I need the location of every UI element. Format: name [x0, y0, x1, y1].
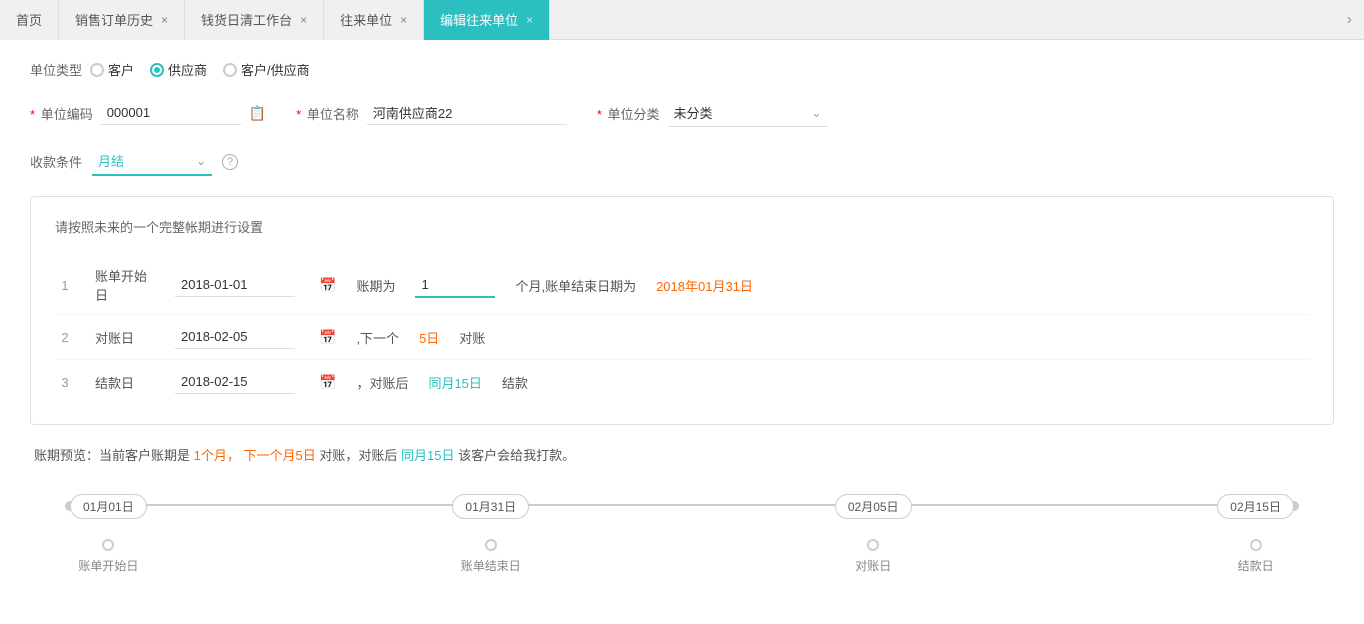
desc-period-before: 账期为	[356, 276, 395, 295]
tab-bar: 首页 销售订单历史 × 钱货日清工作台 × 往来单位 × 编辑往来单位 × ›	[0, 0, 1364, 40]
tab-home[interactable]: 首页	[0, 0, 59, 40]
timeline-node-4: 02月15日 结款日	[1217, 494, 1294, 574]
unit-code-field: * 单位编码 📋	[30, 101, 266, 125]
chevron-down-icon: ⌄	[811, 106, 821, 120]
radio-group: 客户 供应商 客户/供应商	[90, 60, 310, 79]
preview-section: 账期预览：当前客户账期是 1个月， 下一个月5日 对账，对账后 同月15日 该客…	[30, 445, 1334, 464]
timeline-node-1: 01月01日 账单开始日	[70, 494, 147, 574]
radio-customer[interactable]: 客户	[90, 60, 134, 79]
unit-code-label: * 单位编码	[30, 104, 93, 123]
node-bubble-3: 02月05日	[835, 494, 912, 519]
preview-part2-suffix: 对账，对账后	[319, 448, 397, 463]
node-label-1: 账单开始日	[78, 557, 138, 574]
timeline-node-3: 02月05日 对账日	[835, 494, 912, 574]
node-dot-2	[485, 539, 497, 551]
desc-period-after: 个月,账单结束日期为	[515, 276, 636, 295]
calendar-icon-1[interactable]: 📅	[319, 277, 336, 294]
preview-part1: 1个月，	[194, 448, 240, 463]
row-num-2: 2	[55, 330, 75, 345]
unit-name-label: * 单位名称	[296, 104, 359, 123]
desc-reconcile-2: 对账	[459, 328, 485, 347]
node-bubble-1: 01月01日	[70, 494, 147, 519]
start-date-input[interactable]	[175, 273, 295, 297]
payment-condition-value: 月结	[98, 151, 196, 170]
desc-payment-1: ，对账后	[356, 373, 408, 392]
unit-type-label: 单位类型	[30, 60, 82, 79]
calendar-icon-3[interactable]: 📅	[319, 374, 336, 391]
node-label-2: 账单结束日	[461, 557, 521, 574]
close-sales-history[interactable]: ×	[161, 13, 168, 27]
node-bubble-2: 01月31日	[452, 494, 529, 519]
unit-type-field: 单位类型 客户 供应商 客户/供应商	[30, 60, 310, 79]
tab-partner-units[interactable]: 往来单位 ×	[324, 0, 424, 40]
period-input[interactable]	[415, 273, 495, 298]
timeline-node-2: 01月31日 账单结束日	[452, 494, 529, 574]
timeline: 01月01日 账单开始日 01月31日 账单结束日 02月05日 对账日	[30, 484, 1334, 604]
preview-part2: 下一个月5日	[244, 448, 316, 463]
radio-customer-label: 客户	[108, 60, 134, 79]
unit-name-field: * 单位名称	[296, 101, 567, 125]
preview-prefix: 账期预览：当前客户账期是	[34, 448, 190, 463]
reconcile-date-input[interactable]	[175, 325, 295, 349]
payment-day-highlight: 同月15日	[428, 373, 481, 392]
close-partner-units[interactable]: ×	[400, 13, 407, 27]
payment-chevron-icon: ⌄	[196, 154, 206, 168]
node-dot-3	[867, 539, 879, 551]
timeline-nodes: 01月01日 账单开始日 01月31日 账单结束日 02月05日 对账日	[30, 494, 1334, 574]
close-cash-work[interactable]: ×	[300, 13, 307, 27]
node-dot-4	[1250, 539, 1262, 551]
payment-condition-label: 收款条件	[30, 152, 82, 171]
unit-name-input[interactable]	[367, 101, 567, 125]
settings-panel: 请按照未来的一个完整帐期进行设置 1 账单开始日 📅 账期为 个月,账单结束日期…	[30, 196, 1334, 425]
unit-category-select[interactable]: 未分类 ⌄	[668, 99, 828, 127]
panel-title: 请按照未来的一个完整帐期进行设置	[55, 217, 1309, 236]
unit-category-value: 未分类	[674, 103, 812, 122]
node-label-4: 结款日	[1238, 557, 1274, 574]
row-num-3: 3	[55, 375, 75, 390]
unit-category-label: * 单位分类	[597, 104, 660, 123]
end-date-highlight: 2018年01月31日	[656, 276, 753, 295]
tab-cash-work[interactable]: 钱货日清工作台 ×	[185, 0, 324, 40]
unit-info-row: * 单位编码 📋 * 单位名称 * 单位分类 未分类 ⌄	[30, 99, 1334, 127]
payment-row: 收款条件 月结 ⌄ ?	[30, 147, 1334, 176]
radio-supplier-circle	[150, 63, 164, 77]
setting-row-3: 3 结款日 📅 ，对账后 同月15日 结款	[55, 360, 1309, 404]
row-num-1: 1	[55, 278, 75, 293]
unit-type-row: 单位类型 客户 供应商 客户/供应商	[30, 60, 1334, 79]
node-dot-1	[102, 539, 114, 551]
desc-payment-2: 结款	[502, 373, 528, 392]
row-label-2: 对账日	[95, 328, 155, 347]
unit-code-input[interactable]	[101, 101, 241, 125]
radio-supplier[interactable]: 供应商	[150, 60, 207, 79]
reconcile-day-highlight: 5日	[419, 328, 439, 347]
main-content: 单位类型 客户 供应商 客户/供应商 * 单位编码	[0, 40, 1364, 624]
radio-both-circle	[223, 63, 237, 77]
tab-expand-icon[interactable]: ›	[1335, 11, 1364, 29]
help-icon[interactable]: ?	[222, 154, 238, 170]
row-label-1: 账单开始日	[95, 266, 155, 304]
tab-edit-partner[interactable]: 编辑往来单位 ×	[424, 0, 550, 40]
radio-both[interactable]: 客户/供应商	[223, 60, 310, 79]
radio-supplier-label: 供应商	[168, 60, 207, 79]
copy-icon[interactable]: 📋	[249, 105, 266, 122]
radio-customer-circle	[90, 63, 104, 77]
desc-reconcile-1: ,下一个	[356, 328, 399, 347]
setting-row-1: 1 账单开始日 📅 账期为 个月,账单结束日期为 2018年01月31日	[55, 256, 1309, 315]
radio-both-label: 客户/供应商	[241, 60, 310, 79]
payment-date-input[interactable]	[175, 370, 295, 394]
unit-category-field: * 单位分类 未分类 ⌄	[597, 99, 828, 127]
preview-suffix: 该客户会给我打款。	[458, 448, 575, 463]
node-label-3: 对账日	[855, 557, 891, 574]
close-edit-partner[interactable]: ×	[526, 13, 533, 27]
node-bubble-4: 02月15日	[1217, 494, 1294, 519]
calendar-icon-2[interactable]: 📅	[319, 329, 336, 346]
tab-sales-history[interactable]: 销售订单历史 ×	[59, 0, 185, 40]
preview-part3: 同月15日	[401, 448, 454, 463]
setting-row-2: 2 对账日 📅 ,下一个 5日 对账	[55, 315, 1309, 360]
payment-condition-select[interactable]: 月结 ⌄	[92, 147, 212, 176]
row-label-3: 结款日	[95, 373, 155, 392]
